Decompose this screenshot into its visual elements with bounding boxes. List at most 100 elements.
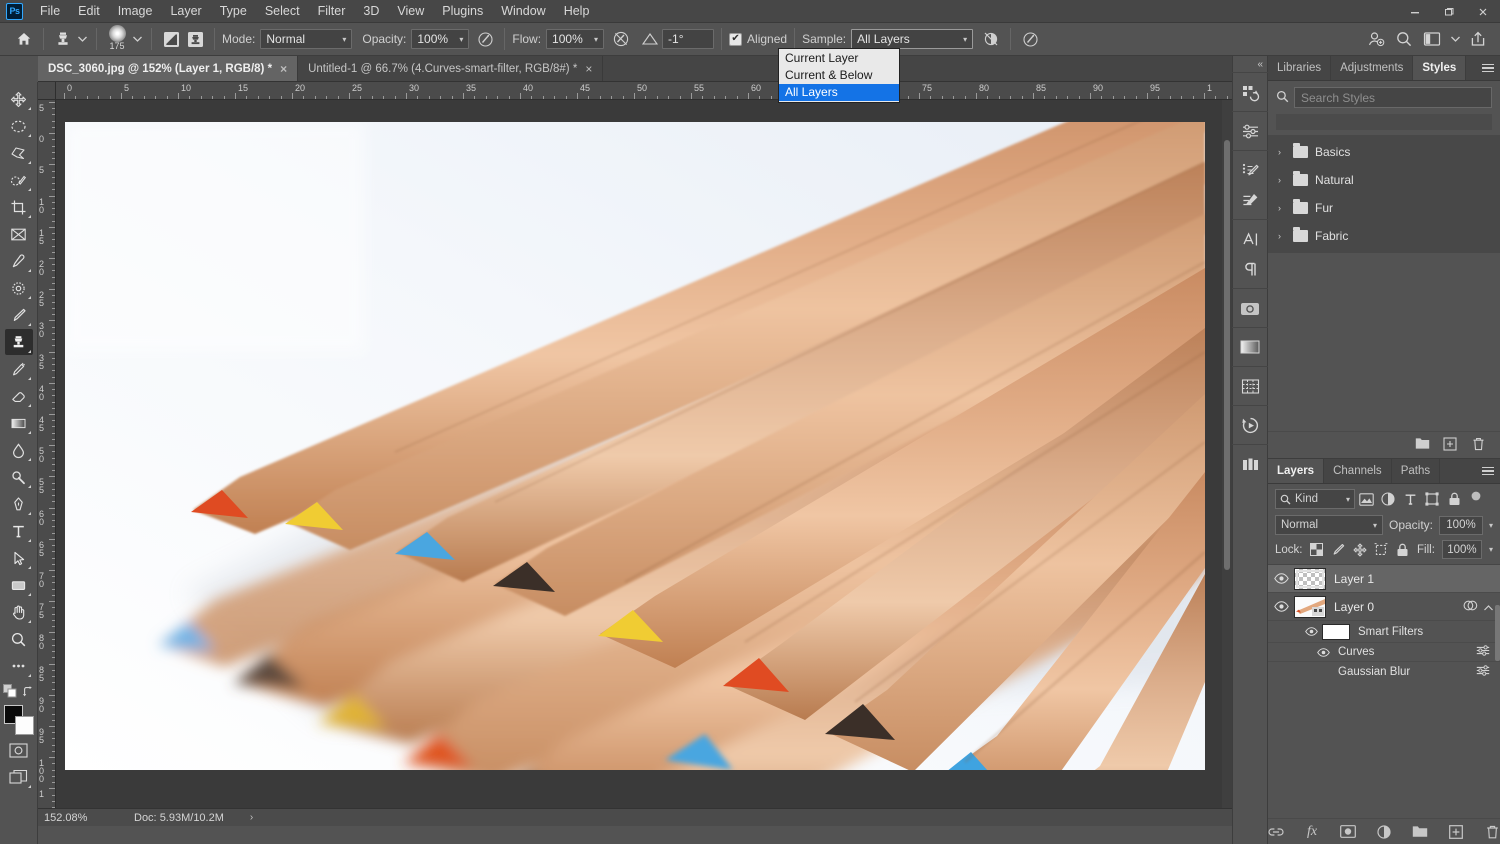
menu-filter[interactable]: Filter: [309, 1, 355, 21]
search-styles-input[interactable]: Search Styles: [1294, 87, 1492, 108]
delete-icon[interactable]: [1470, 436, 1486, 452]
close-button[interactable]: [1466, 0, 1500, 23]
panel-menu-icon[interactable]: [1476, 56, 1500, 80]
export-icon[interactable]: [1466, 27, 1490, 51]
crop-tool[interactable]: [5, 194, 33, 220]
layer-opacity-input[interactable]: 100%: [1439, 515, 1483, 535]
style-group-fabric[interactable]: › Fabric: [1268, 222, 1500, 250]
character-icon[interactable]: [1236, 225, 1264, 253]
add-layer-style-icon[interactable]: fx: [1304, 823, 1320, 841]
menu-image[interactable]: Image: [109, 1, 162, 21]
layer-fill-input[interactable]: 100%: [1441, 540, 1482, 559]
menu-file[interactable]: File: [31, 1, 69, 21]
sample-option-current-layer[interactable]: Current Layer: [779, 50, 899, 67]
background-color-swatch[interactable]: [14, 716, 34, 735]
layer-visibility-toggle[interactable]: [1268, 573, 1294, 584]
list-item-gaussian-blur[interactable]: Gaussian Blur: [1268, 662, 1500, 681]
tab-libraries[interactable]: Libraries: [1268, 56, 1332, 80]
lock-all-icon[interactable]: [1396, 542, 1411, 558]
path-selection-tool[interactable]: [5, 545, 33, 571]
share-user-icon[interactable]: [1364, 27, 1388, 51]
menu-edit[interactable]: Edit: [69, 1, 109, 21]
gradients-icon[interactable]: [1236, 333, 1264, 361]
filter-pixel-icon[interactable]: [1355, 489, 1377, 509]
link-layers-icon[interactable]: [1268, 823, 1284, 841]
tab-channels[interactable]: Channels: [1324, 459, 1392, 483]
history-brush-tool[interactable]: [5, 356, 33, 382]
search-icon[interactable]: [1392, 27, 1416, 51]
lock-image-pixels-icon[interactable]: [1331, 542, 1346, 558]
filter-smart-object-icon[interactable]: [1443, 489, 1465, 509]
close-icon[interactable]: ×: [280, 62, 287, 76]
new-group-icon[interactable]: [1412, 823, 1428, 841]
layer-blend-mode-select[interactable]: Normal ▾: [1275, 515, 1383, 535]
menu-plugins[interactable]: Plugins: [433, 1, 492, 21]
status-expand-icon[interactable]: ›: [250, 812, 253, 823]
lock-artboard-icon[interactable]: [1374, 542, 1389, 558]
collapse-panels-icon[interactable]: «: [1232, 56, 1268, 72]
chevron-right-icon[interactable]: ›: [1278, 175, 1286, 185]
menu-type[interactable]: Type: [211, 1, 256, 21]
move-tool[interactable]: [5, 86, 33, 112]
layer-name[interactable]: Layer 1: [1334, 572, 1500, 586]
airbrush-icon[interactable]: [609, 27, 633, 51]
flow-input[interactable]: 100% ▾: [546, 29, 605, 49]
menu-3d[interactable]: 3D: [354, 1, 388, 21]
sample-dropdown-menu[interactable]: Current Layer Current & Below All Layers: [778, 48, 900, 103]
layer-thumbnail[interactable]: [1294, 595, 1326, 618]
screen-mode-icon[interactable]: [5, 764, 33, 790]
swap-colors-icon[interactable]: [22, 685, 35, 701]
tool-preset-chevron-down-icon[interactable]: [75, 27, 89, 51]
add-layer-mask-icon[interactable]: [1340, 823, 1356, 841]
tab-adjustments[interactable]: Adjustments: [1331, 56, 1414, 80]
brush-picker-chevron-down-icon[interactable]: [130, 27, 144, 51]
edit-toolbar-button[interactable]: [5, 653, 33, 679]
layer-visibility-toggle[interactable]: [1268, 601, 1294, 612]
aligned-checkbox[interactable]: ✔ Aligned: [729, 32, 787, 46]
brush-preset-picker[interactable]: 175: [104, 25, 130, 52]
filter-shape-icon[interactable]: [1421, 489, 1443, 509]
dodge-tool[interactable]: [5, 464, 33, 490]
clone-stamp-tool[interactable]: [4, 329, 33, 355]
document-canvas[interactable]: [65, 122, 1205, 770]
brush-settings-icon[interactable]: [1236, 156, 1264, 184]
sample-option-all-layers[interactable]: All Layers: [779, 84, 899, 101]
brush-tool[interactable]: [5, 302, 33, 328]
canvas-vertical-scrollbar[interactable]: [1222, 100, 1232, 808]
polygonal-lasso-tool[interactable]: [5, 140, 33, 166]
table-row[interactable]: Layer 1: [1268, 565, 1500, 593]
libraries-icon[interactable]: [1236, 450, 1264, 478]
menu-view[interactable]: View: [388, 1, 433, 21]
chevron-down-icon[interactable]: ▾: [1489, 521, 1493, 530]
menu-window[interactable]: Window: [492, 1, 554, 21]
chevron-right-icon[interactable]: ›: [1278, 203, 1286, 213]
list-item-curves[interactable]: Curves: [1268, 643, 1500, 662]
vertical-ruler[interactable]: 5051015202530354045505560657075808590951…: [38, 100, 56, 826]
eyedropper-tool[interactable]: [5, 248, 33, 274]
hand-tool[interactable]: [5, 599, 33, 625]
blend-mode-select[interactable]: Normal ▾: [260, 29, 353, 49]
curves-visibility-toggle[interactable]: [1312, 647, 1334, 657]
tab-styles[interactable]: Styles: [1413, 56, 1467, 80]
eraser-tool[interactable]: [5, 383, 33, 409]
chevron-up-icon[interactable]: [1484, 600, 1493, 614]
home-icon[interactable]: [12, 27, 36, 51]
scrollbar-thumb[interactable]: [1224, 140, 1230, 570]
opacity-input[interactable]: 100% ▾: [411, 29, 470, 49]
close-icon[interactable]: ×: [585, 62, 592, 76]
workspace-chevron-down-icon[interactable]: [1448, 27, 1462, 51]
ignore-adjustment-layers-icon[interactable]: [979, 27, 1003, 51]
delete-layer-icon[interactable]: [1484, 823, 1500, 841]
chevron-down-icon[interactable]: ▾: [1489, 545, 1493, 554]
filter-kind-select[interactable]: Kind ▾: [1275, 489, 1355, 509]
quick-mask-icon[interactable]: [5, 737, 33, 763]
camera-raw-icon[interactable]: [1236, 294, 1264, 322]
minimize-button[interactable]: [1398, 0, 1432, 23]
brush-settings-icon[interactable]: [159, 27, 183, 51]
zoom-tool[interactable]: [5, 626, 33, 652]
new-layer-icon[interactable]: [1448, 823, 1464, 841]
tool-preset-clone-stamp-icon[interactable]: [51, 27, 75, 51]
filter-adjustment-icon[interactable]: [1377, 489, 1399, 509]
document-tab-dsc3060[interactable]: DSC_3060.jpg @ 152% (Layer 1, RGB/8) * ×: [38, 56, 299, 81]
ruler-corner[interactable]: [38, 82, 56, 100]
